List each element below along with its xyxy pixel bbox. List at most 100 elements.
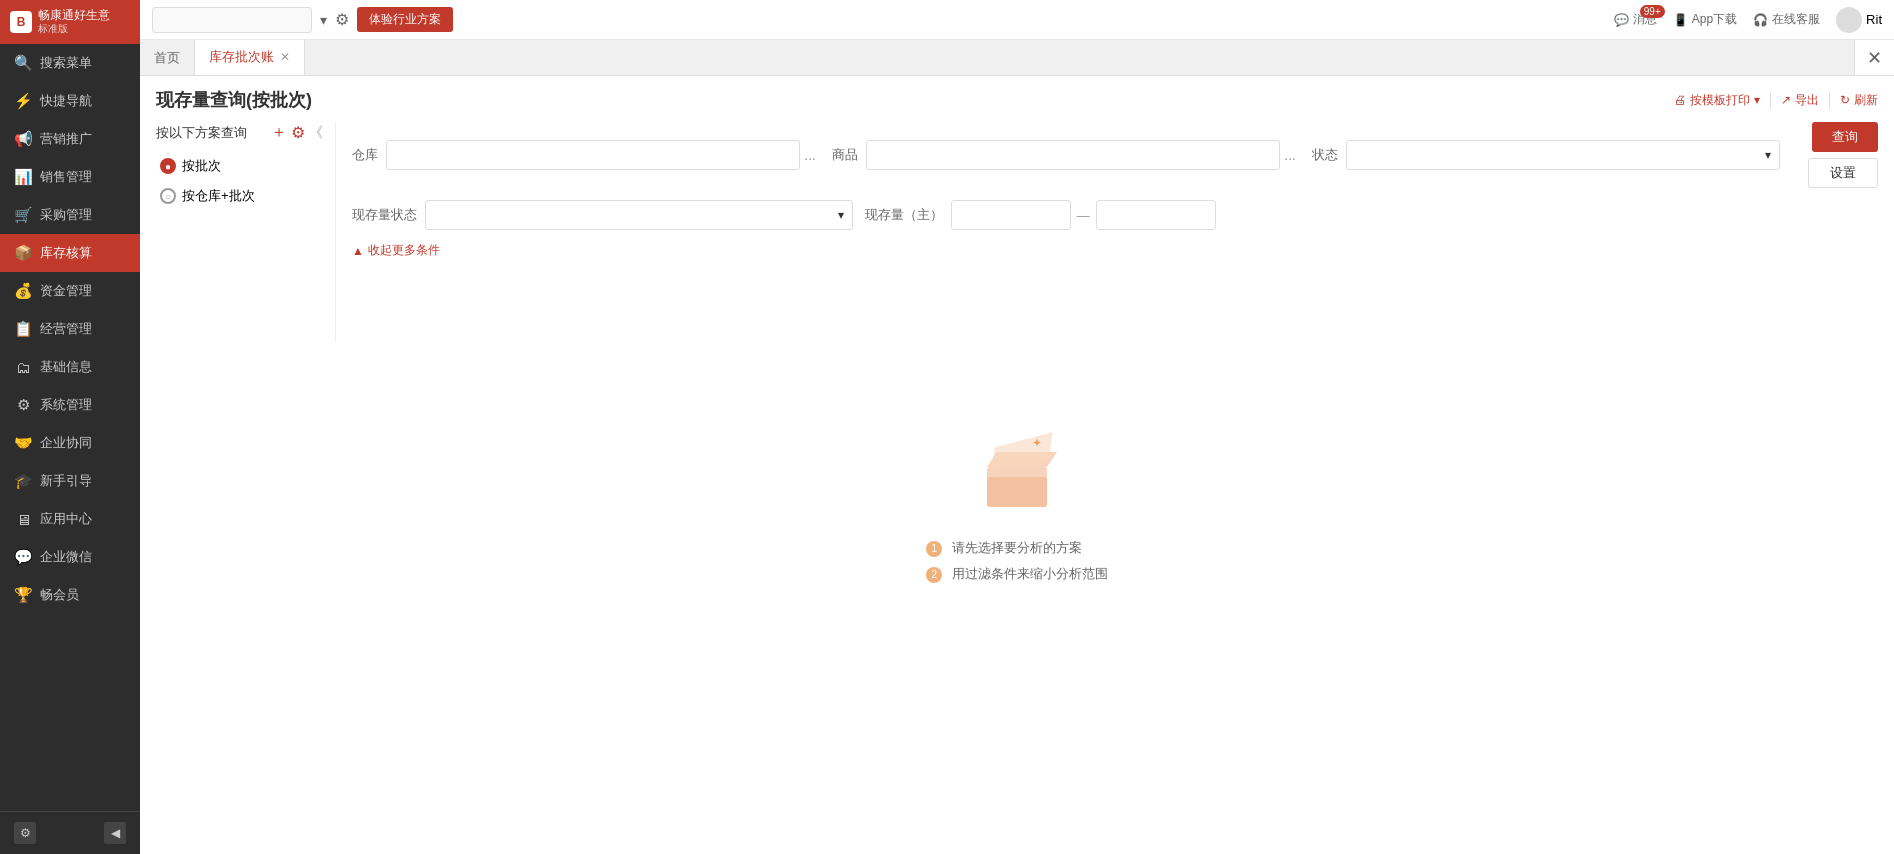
- print-btn[interactable]: 🖨 按模板打印 ▾: [1674, 92, 1771, 109]
- sidebar-icon-12: 🖥: [14, 511, 32, 528]
- sidebar-label-10: 企业协同: [40, 434, 92, 452]
- filter-row-2: 现存量状态 ▾ 现存量（主） —: [352, 200, 1878, 230]
- refresh-icon: ↻: [1840, 93, 1850, 107]
- empty-state: ✦ 1 请先选择要分析的方案 2 用过滤条件来缩小分析范围: [140, 342, 1894, 667]
- settings-footer-btn[interactable]: ⚙: [14, 822, 36, 844]
- sidebar-icon-10: 🤝: [14, 434, 32, 452]
- messages-btn[interactable]: 💬 消息 99+: [1614, 11, 1657, 28]
- sidebar-label-9: 系统管理: [40, 396, 92, 414]
- warehouse-input[interactable]: [386, 140, 800, 170]
- filter-scheme-panel: 按以下方案查询 ＋ ⚙ 《 ● 按批次 ○ 按仓库+批次: [156, 122, 336, 342]
- sidebar-item-企业协同[interactable]: 🤝 企业协同: [0, 424, 140, 462]
- search-input[interactable]: [152, 7, 312, 33]
- collapse-arrow-icon: ▲: [352, 244, 364, 258]
- scheme-item-warehouse-batch[interactable]: ○ 按仓库+批次: [156, 181, 323, 211]
- filter-dash: —: [1077, 208, 1090, 223]
- inventory-qty-min-input[interactable]: [951, 200, 1071, 230]
- filter-group-inventory-status: 现存量状态 ▾: [352, 200, 853, 230]
- sidebar-item-库存核算[interactable]: 📦 库存核算: [0, 234, 140, 272]
- page-actions: 🖨 按模板打印 ▾ ↗ 导出 ↻ 刷新: [1674, 92, 1878, 109]
- product-more-btn[interactable]: ...: [1280, 147, 1300, 163]
- scheme-settings-btn[interactable]: ⚙: [291, 123, 305, 142]
- sidebar-item-营销推广[interactable]: 📢 营销推广: [0, 120, 140, 158]
- export-btn[interactable]: ↗ 导出: [1781, 92, 1830, 109]
- empty-tip-1-text: 请先选择要分析的方案: [952, 540, 1082, 555]
- status-label: 状态: [1312, 146, 1338, 164]
- filter-group-status: 状态 ▾: [1312, 140, 1780, 170]
- app-version: 标准版: [38, 22, 110, 36]
- message-icon: 💬: [1614, 13, 1629, 27]
- tabbar: 首页 库存批次账 ✕ ✕: [140, 40, 1894, 76]
- collapse-sidebar-btn[interactable]: ◀: [104, 822, 126, 844]
- close-all-tabs-btn[interactable]: ✕: [1854, 40, 1894, 75]
- tip-num-2: 2: [926, 567, 942, 583]
- scheme-active-dot: ●: [160, 158, 176, 174]
- sidebar-item-新手引导[interactable]: 🎓 新手引导: [0, 462, 140, 500]
- tab-home[interactable]: 首页: [140, 40, 195, 75]
- sidebar-item-销售管理[interactable]: 📊 销售管理: [0, 158, 140, 196]
- sidebar-item-采购管理[interactable]: 🛒 采购管理: [0, 196, 140, 234]
- sidebar-item-基础信息[interactable]: 🗂 基础信息: [0, 348, 140, 386]
- dropdown-btn[interactable]: ▾: [320, 12, 327, 28]
- filter-fields-area: 仓库 ... 商品 ... 状态 ▾: [336, 122, 1878, 342]
- sidebar-item-快捷导航[interactable]: ⚡ 快捷导航: [0, 82, 140, 120]
- export-icon: ↗: [1781, 93, 1791, 107]
- status-dropdown[interactable]: ▾: [1346, 140, 1780, 170]
- avatar: [1836, 7, 1862, 33]
- app-download-btn[interactable]: 📱 App下载: [1673, 11, 1737, 28]
- product-label: 商品: [832, 146, 858, 164]
- sidebar-item-应用中心[interactable]: 🖥 应用中心: [0, 500, 140, 538]
- topbar: ▾ ⚙ 体验行业方案 💬 消息 99+ 📱 App下载 🎧 在线客服 Rit: [140, 0, 1894, 40]
- action-buttons: 查询 设置: [1808, 122, 1878, 188]
- sidebar-icon-6: 💰: [14, 282, 32, 300]
- collapse-scheme-btn[interactable]: 《: [309, 124, 323, 142]
- tab-inventory-batch[interactable]: 库存批次账 ✕: [195, 40, 305, 75]
- query-btn[interactable]: 查询: [1812, 122, 1878, 152]
- warehouse-more-btn[interactable]: ...: [800, 147, 820, 163]
- sidebar-item-畅会员[interactable]: 🏆 畅会员: [0, 576, 140, 614]
- scheme-header-label: 按以下方案查询: [156, 124, 247, 142]
- export-label: 导出: [1795, 92, 1819, 109]
- sidebar-icon-0: 🔍: [14, 54, 32, 72]
- collapse-more-btn[interactable]: ▲ 收起更多条件: [352, 242, 440, 259]
- topbar-right: 💬 消息 99+ 📱 App下载 🎧 在线客服 Rit: [1614, 7, 1882, 33]
- add-scheme-btn[interactable]: ＋: [271, 122, 287, 143]
- sidebar-item-企业微信[interactable]: 💬 企业微信: [0, 538, 140, 576]
- tab-close-btn[interactable]: ✕: [280, 50, 290, 64]
- product-input[interactable]: [866, 140, 1280, 170]
- inventory-status-dropdown[interactable]: ▾: [425, 200, 853, 230]
- empty-tip-2-text: 用过滤条件来缩小分析范围: [952, 566, 1108, 581]
- scheme-item-batch[interactable]: ● 按批次: [156, 151, 323, 181]
- scheme-actions: ＋ ⚙ 《: [271, 122, 323, 143]
- warehouse-label: 仓库: [352, 146, 378, 164]
- gear-btn[interactable]: ⚙: [335, 10, 349, 29]
- tab-home-label: 首页: [154, 49, 180, 67]
- sidebar-item-搜索菜单[interactable]: 🔍 搜索菜单: [0, 44, 140, 82]
- tab-inventory-batch-label: 库存批次账: [209, 48, 274, 66]
- sidebar-label-1: 快捷导航: [40, 92, 92, 110]
- sidebar-item-资金管理[interactable]: 💰 资金管理: [0, 272, 140, 310]
- user-btn[interactable]: Rit: [1836, 7, 1882, 33]
- scheme-item-warehouse-batch-label: 按仓库+批次: [182, 187, 255, 205]
- sidebar-label-13: 企业微信: [40, 548, 92, 566]
- refresh-btn[interactable]: ↻ 刷新: [1840, 92, 1878, 109]
- page-content: 现存量查询(按批次) 🖨 按模板打印 ▾ ↗ 导出 ↻ 刷新: [140, 76, 1894, 854]
- svg-text:✦: ✦: [1032, 436, 1042, 450]
- empty-illustration: ✦: [967, 422, 1067, 512]
- inventory-qty-max-input[interactable]: [1096, 200, 1216, 230]
- sidebar-label-2: 营销推广: [40, 130, 92, 148]
- sidebar-item-经营管理[interactable]: 📋 经营管理: [0, 310, 140, 348]
- sidebar: B 畅康通好生意 标准版 🔍 搜索菜单 ⚡ 快捷导航 📢 营销推广 📊 销售管理…: [0, 0, 140, 854]
- inventory-status-arrow: ▾: [838, 208, 844, 222]
- status-dropdown-arrow: ▾: [1765, 148, 1771, 162]
- sidebar-item-系统管理[interactable]: ⚙ 系统管理: [0, 386, 140, 424]
- scheme-inactive-dot: ○: [160, 188, 176, 204]
- settings-btn[interactable]: 设置: [1808, 158, 1878, 188]
- sidebar-label-5: 库存核算: [40, 244, 92, 262]
- sidebar-items: 🔍 搜索菜单 ⚡ 快捷导航 📢 营销推广 📊 销售管理 🛒 采购管理 📦 库存核…: [0, 44, 140, 811]
- experience-btn[interactable]: 体验行业方案: [357, 7, 453, 32]
- print-icon: 🖨: [1674, 93, 1686, 107]
- online-service-btn[interactable]: 🎧 在线客服: [1753, 11, 1820, 28]
- service-label: 在线客服: [1772, 11, 1820, 28]
- sidebar-label-4: 采购管理: [40, 206, 92, 224]
